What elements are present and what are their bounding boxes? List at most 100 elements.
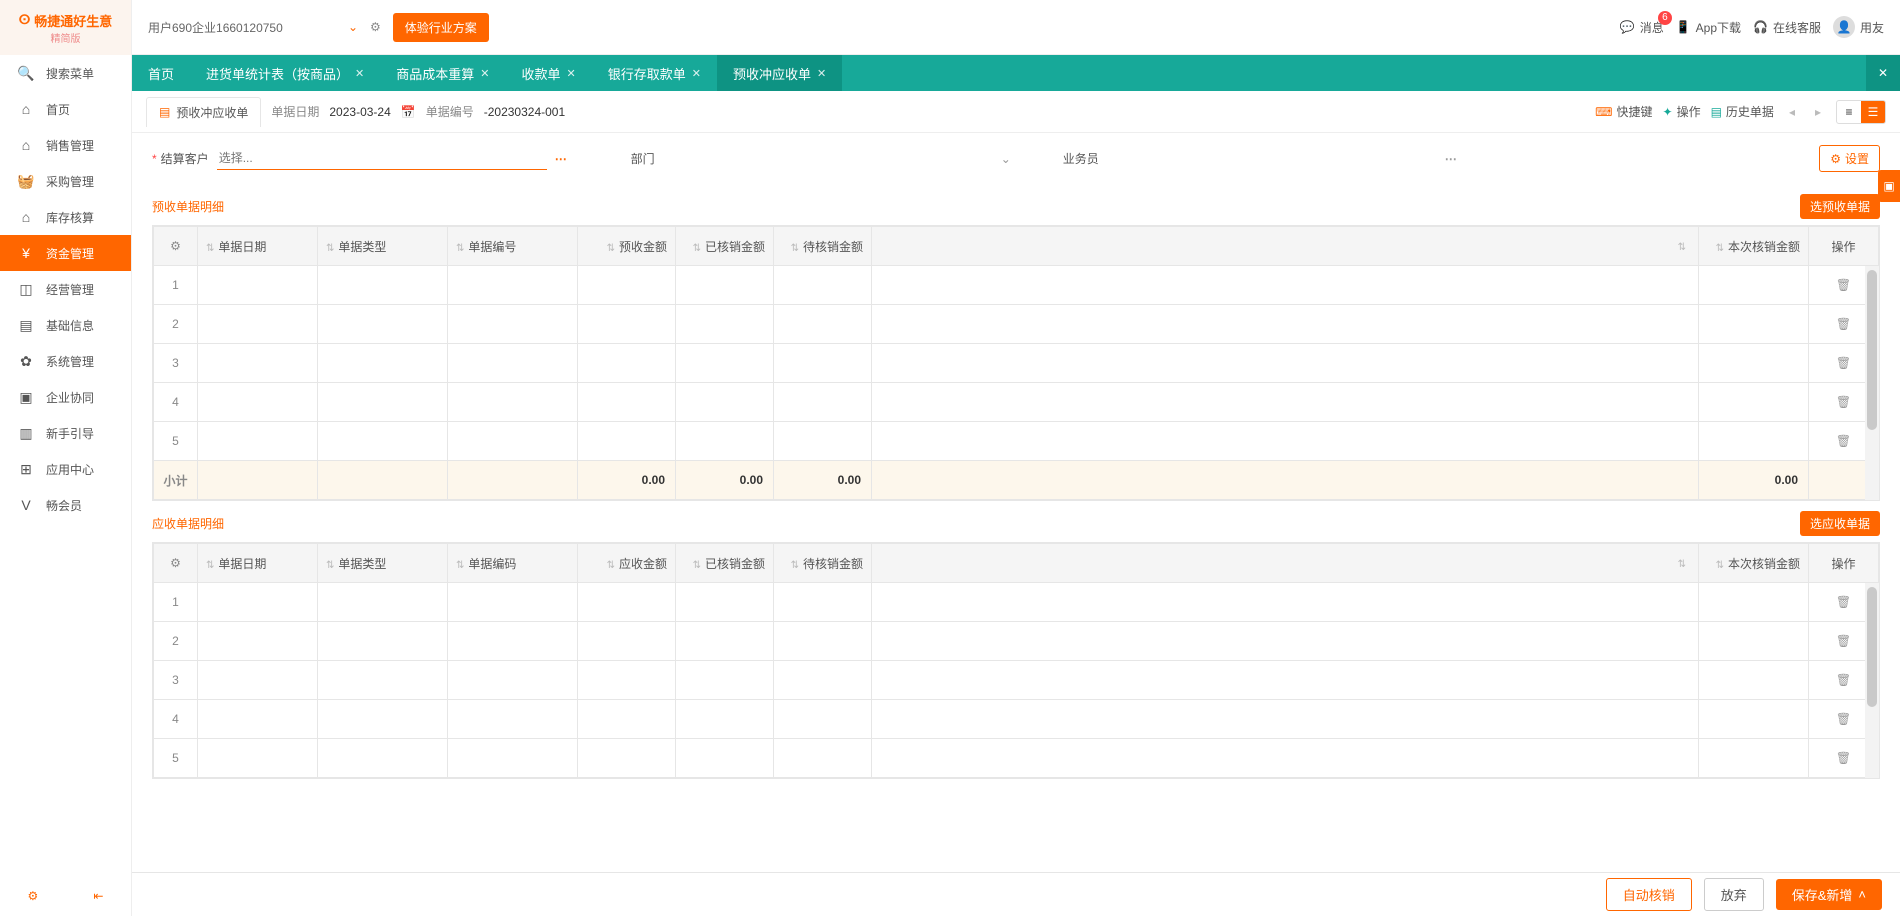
cell[interactable] xyxy=(318,344,448,383)
cell[interactable] xyxy=(578,661,676,700)
cell[interactable] xyxy=(1699,661,1809,700)
cell[interactable] xyxy=(578,305,676,344)
trash-icon[interactable]: 🗑 xyxy=(1836,595,1851,609)
cell[interactable] xyxy=(318,622,448,661)
try-plan-button[interactable]: 体验行业方案 xyxy=(393,13,489,42)
cell[interactable] xyxy=(1699,700,1809,739)
cell[interactable] xyxy=(198,383,318,422)
next-doc-icon[interactable]: ▸ xyxy=(1810,105,1826,119)
cell[interactable] xyxy=(1699,344,1809,383)
cell[interactable] xyxy=(676,661,774,700)
cell[interactable] xyxy=(774,344,872,383)
close-all-tabs[interactable]: ✕ xyxy=(1866,55,1900,91)
cell[interactable] xyxy=(774,422,872,461)
cell[interactable] xyxy=(676,383,774,422)
trash-icon[interactable]: 🗑 xyxy=(1836,278,1851,292)
cell[interactable] xyxy=(774,739,872,778)
shortcut-button[interactable]: ⌨快捷键 xyxy=(1595,103,1652,120)
cell[interactable] xyxy=(774,661,872,700)
cell[interactable] xyxy=(676,583,774,622)
cell[interactable] xyxy=(318,661,448,700)
cell[interactable] xyxy=(1699,622,1809,661)
col-header[interactable]: 本次核销金额 xyxy=(1699,227,1809,266)
cell[interactable] xyxy=(198,344,318,383)
cell[interactable] xyxy=(318,422,448,461)
collapse-icon[interactable]: ⇤ xyxy=(93,889,103,903)
cell[interactable] xyxy=(198,583,318,622)
discard-button[interactable]: 放弃 xyxy=(1704,878,1764,911)
col-header[interactable]: 单据编码 xyxy=(448,544,578,583)
cell[interactable] xyxy=(448,739,578,778)
cell[interactable] xyxy=(676,622,774,661)
cell[interactable] xyxy=(1699,583,1809,622)
sidebar-item-5[interactable]: ¥资金管理 xyxy=(0,235,131,271)
sidebar-item-10[interactable]: ▥新手引导 xyxy=(0,415,131,451)
tab-5[interactable]: 预收冲应收单✕ xyxy=(717,55,842,91)
trash-icon[interactable]: 🗑 xyxy=(1836,634,1851,648)
col-header[interactable]: 待核销金额 xyxy=(774,227,872,266)
col-header[interactable] xyxy=(872,227,1699,266)
cell[interactable] xyxy=(448,700,578,739)
tab-4[interactable]: 银行存取款单✕ xyxy=(592,55,717,91)
col-header[interactable]: 单据类型 xyxy=(318,227,448,266)
col-header[interactable]: 单据日期 xyxy=(198,544,318,583)
col-header[interactable] xyxy=(872,544,1699,583)
sidebar-item-1[interactable]: ⌂首页 xyxy=(0,91,131,127)
gear-column-icon[interactable]: ⚙ xyxy=(154,227,198,266)
cell[interactable] xyxy=(872,583,1699,622)
messages-link[interactable]: 💬 消息 6 xyxy=(1620,19,1664,36)
document-tab[interactable]: ▤ 预收冲应收单 xyxy=(146,97,261,127)
cell[interactable] xyxy=(318,383,448,422)
cell[interactable] xyxy=(448,383,578,422)
view-list-icon[interactable]: ≡ xyxy=(1837,101,1861,123)
company-selector[interactable]: 用户690企业1660120750 ⌄ xyxy=(148,19,358,36)
sidebar-item-0[interactable]: 🔍搜索菜单 xyxy=(0,55,131,91)
col-header[interactable]: 已核销金额 xyxy=(676,544,774,583)
prev-doc-icon[interactable]: ◂ xyxy=(1784,105,1800,119)
save-new-button[interactable]: 保存&新增˄ xyxy=(1776,879,1882,910)
cell[interactable] xyxy=(676,266,774,305)
cell[interactable] xyxy=(872,422,1699,461)
close-icon[interactable]: ✕ xyxy=(692,67,701,80)
cell[interactable] xyxy=(676,305,774,344)
cell[interactable] xyxy=(774,622,872,661)
staff-lookup-icon[interactable]: ⋯ xyxy=(1445,152,1457,166)
scrollbar-track[interactable] xyxy=(1865,583,1879,778)
cell[interactable] xyxy=(1699,383,1809,422)
cell[interactable] xyxy=(318,700,448,739)
cell[interactable] xyxy=(872,622,1699,661)
cell[interactable] xyxy=(872,383,1699,422)
customer-lookup-icon[interactable]: ⋯ xyxy=(555,152,567,166)
trash-icon[interactable]: 🗑 xyxy=(1836,673,1851,687)
history-button[interactable]: ▤历史单据 xyxy=(1711,103,1774,120)
scrollbar-thumb[interactable] xyxy=(1867,270,1877,430)
cell[interactable] xyxy=(774,383,872,422)
cell[interactable] xyxy=(448,266,578,305)
tab-0[interactable]: 首页 xyxy=(132,55,190,91)
scrollbar-thumb[interactable] xyxy=(1867,587,1877,707)
pick-receivable-button[interactable]: 选应收单据 xyxy=(1800,511,1880,536)
staff-input[interactable] xyxy=(1107,147,1437,170)
settings-icon[interactable]: ⚙ xyxy=(28,889,39,903)
cell[interactable] xyxy=(872,700,1699,739)
cell[interactable] xyxy=(872,305,1699,344)
cell[interactable] xyxy=(448,344,578,383)
col-header[interactable]: 待核销金额 xyxy=(774,544,872,583)
cell[interactable] xyxy=(318,583,448,622)
cell[interactable] xyxy=(578,622,676,661)
tab-3[interactable]: 收款单✕ xyxy=(505,55,591,91)
tab-1[interactable]: 进货单统计表（按商品）✕ xyxy=(190,55,380,91)
close-icon[interactable]: ✕ xyxy=(355,67,364,80)
cell[interactable] xyxy=(1699,266,1809,305)
cell[interactable] xyxy=(198,700,318,739)
sidebar-item-12[interactable]: V畅会员 xyxy=(0,487,131,523)
cell[interactable] xyxy=(318,305,448,344)
cell[interactable] xyxy=(578,422,676,461)
cell[interactable] xyxy=(448,305,578,344)
trash-icon[interactable]: 🗑 xyxy=(1836,317,1851,331)
tab-2[interactable]: 商品成本重算✕ xyxy=(380,55,505,91)
sidebar-item-7[interactable]: ▤基础信息 xyxy=(0,307,131,343)
auto-writeoff-button[interactable]: 自动核销 xyxy=(1606,878,1692,911)
cell[interactable] xyxy=(578,383,676,422)
cell[interactable] xyxy=(198,422,318,461)
